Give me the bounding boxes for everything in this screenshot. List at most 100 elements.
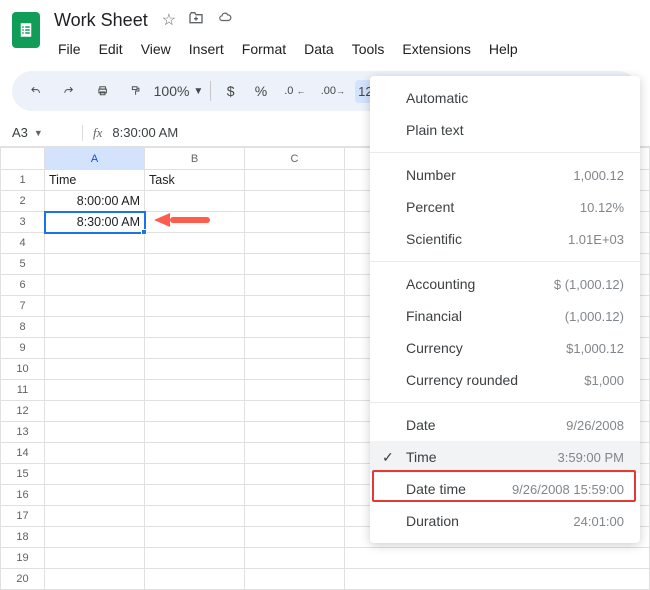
cell[interactable] [145,212,245,233]
column-header-b[interactable]: B [145,148,245,170]
row-header[interactable]: 20 [1,569,45,590]
cell[interactable] [45,422,145,443]
currency-button[interactable]: $ [219,77,243,105]
cell[interactable] [245,296,345,317]
row-header[interactable]: 9 [1,338,45,359]
row-header[interactable]: 14 [1,443,45,464]
cell[interactable]: 8:00:00 AM [45,191,145,212]
cell[interactable] [245,443,345,464]
menu-help[interactable]: Help [481,37,526,61]
cell[interactable] [145,233,245,254]
cell[interactable] [145,422,245,443]
cell[interactable] [245,422,345,443]
row-header[interactable]: 16 [1,485,45,506]
format-time[interactable]: ✓Time3:59:00 PM [370,441,640,473]
format-percent[interactable]: Percent10.12% [370,191,640,223]
row-header[interactable]: 11 [1,380,45,401]
cell[interactable] [145,380,245,401]
cell[interactable] [45,527,145,548]
column-header-c[interactable]: C [245,148,345,170]
row-header[interactable]: 6 [1,275,45,296]
column-header-a[interactable]: A [45,148,145,170]
cell[interactable] [145,527,245,548]
row-header[interactable]: 17 [1,506,45,527]
increase-decimal-button[interactable]: .00→ [316,79,349,103]
cell[interactable] [245,527,345,548]
cell[interactable] [45,506,145,527]
cell[interactable] [145,464,245,485]
format-accounting[interactable]: Accounting$ (1,000.12) [370,268,640,300]
menu-tools[interactable]: Tools [344,37,393,61]
row-header[interactable]: 1 [1,170,45,191]
redo-button[interactable] [55,77,82,105]
fill-handle[interactable] [141,229,147,235]
cell[interactable] [145,485,245,506]
row-header[interactable]: 13 [1,422,45,443]
row-header[interactable]: 10 [1,359,45,380]
cell[interactable] [145,296,245,317]
cell[interactable] [145,359,245,380]
row-header[interactable]: 5 [1,254,45,275]
cell[interactable] [45,548,145,569]
cell[interactable] [45,233,145,254]
cell[interactable] [245,401,345,422]
cell[interactable] [345,548,650,569]
formula-bar[interactable]: 8:30:00 AM [112,125,178,140]
cell[interactable] [145,338,245,359]
format-plain-text[interactable]: Plain text [370,114,640,146]
menu-format[interactable]: Format [234,37,294,61]
cell[interactable] [145,548,245,569]
cell[interactable] [245,464,345,485]
cell[interactable]: Time [45,170,145,191]
cell[interactable] [45,317,145,338]
cell[interactable] [245,338,345,359]
row-header[interactable]: 15 [1,464,45,485]
menu-extensions[interactable]: Extensions [394,37,478,61]
document-title[interactable]: Work Sheet [50,8,152,33]
menu-file[interactable]: File [50,37,89,61]
cell[interactable] [45,254,145,275]
format-financial[interactable]: Financial(1,000.12) [370,300,640,332]
percent-button[interactable]: % [249,77,274,105]
cell[interactable] [45,275,145,296]
cell[interactable]: Task [145,170,245,191]
cell[interactable] [245,485,345,506]
cell[interactable] [245,548,345,569]
format-date[interactable]: Date9/26/2008 [370,409,640,441]
format-currency[interactable]: Currency$1,000.12 [370,332,640,364]
name-box[interactable]: A3▼ [12,125,72,140]
cell[interactable] [345,569,650,590]
format-duration[interactable]: Duration24:01:00 [370,505,640,537]
cell[interactable] [245,380,345,401]
cell[interactable] [45,569,145,590]
star-icon[interactable]: ☆ [162,10,176,31]
cell[interactable] [145,401,245,422]
select-all-corner[interactable] [1,148,45,170]
cell[interactable] [245,212,345,233]
cell[interactable] [245,506,345,527]
cell[interactable] [45,338,145,359]
row-header[interactable]: 18 [1,527,45,548]
cell[interactable] [145,275,245,296]
cell[interactable] [145,254,245,275]
cell[interactable] [245,275,345,296]
move-icon[interactable] [188,10,204,31]
undo-button[interactable] [22,77,49,105]
cell[interactable] [45,380,145,401]
row-header[interactable]: 4 [1,233,45,254]
menu-edit[interactable]: Edit [91,37,131,61]
format-automatic[interactable]: Automatic [370,82,640,114]
menu-insert[interactable]: Insert [181,37,232,61]
format-datetime[interactable]: Date time9/26/2008 15:59:00 [370,473,640,505]
cloud-status-icon[interactable] [216,10,234,31]
cell[interactable] [45,464,145,485]
paint-format-button[interactable] [122,77,149,105]
cell-selected[interactable]: 8:30:00 AM [45,212,145,233]
row-header[interactable]: 7 [1,296,45,317]
sheets-logo-icon[interactable] [12,12,40,48]
cell[interactable] [45,485,145,506]
cell[interactable] [245,170,345,191]
format-number[interactable]: Number1,000.12 [370,159,640,191]
row-header[interactable]: 3 [1,212,45,233]
cell[interactable] [45,443,145,464]
